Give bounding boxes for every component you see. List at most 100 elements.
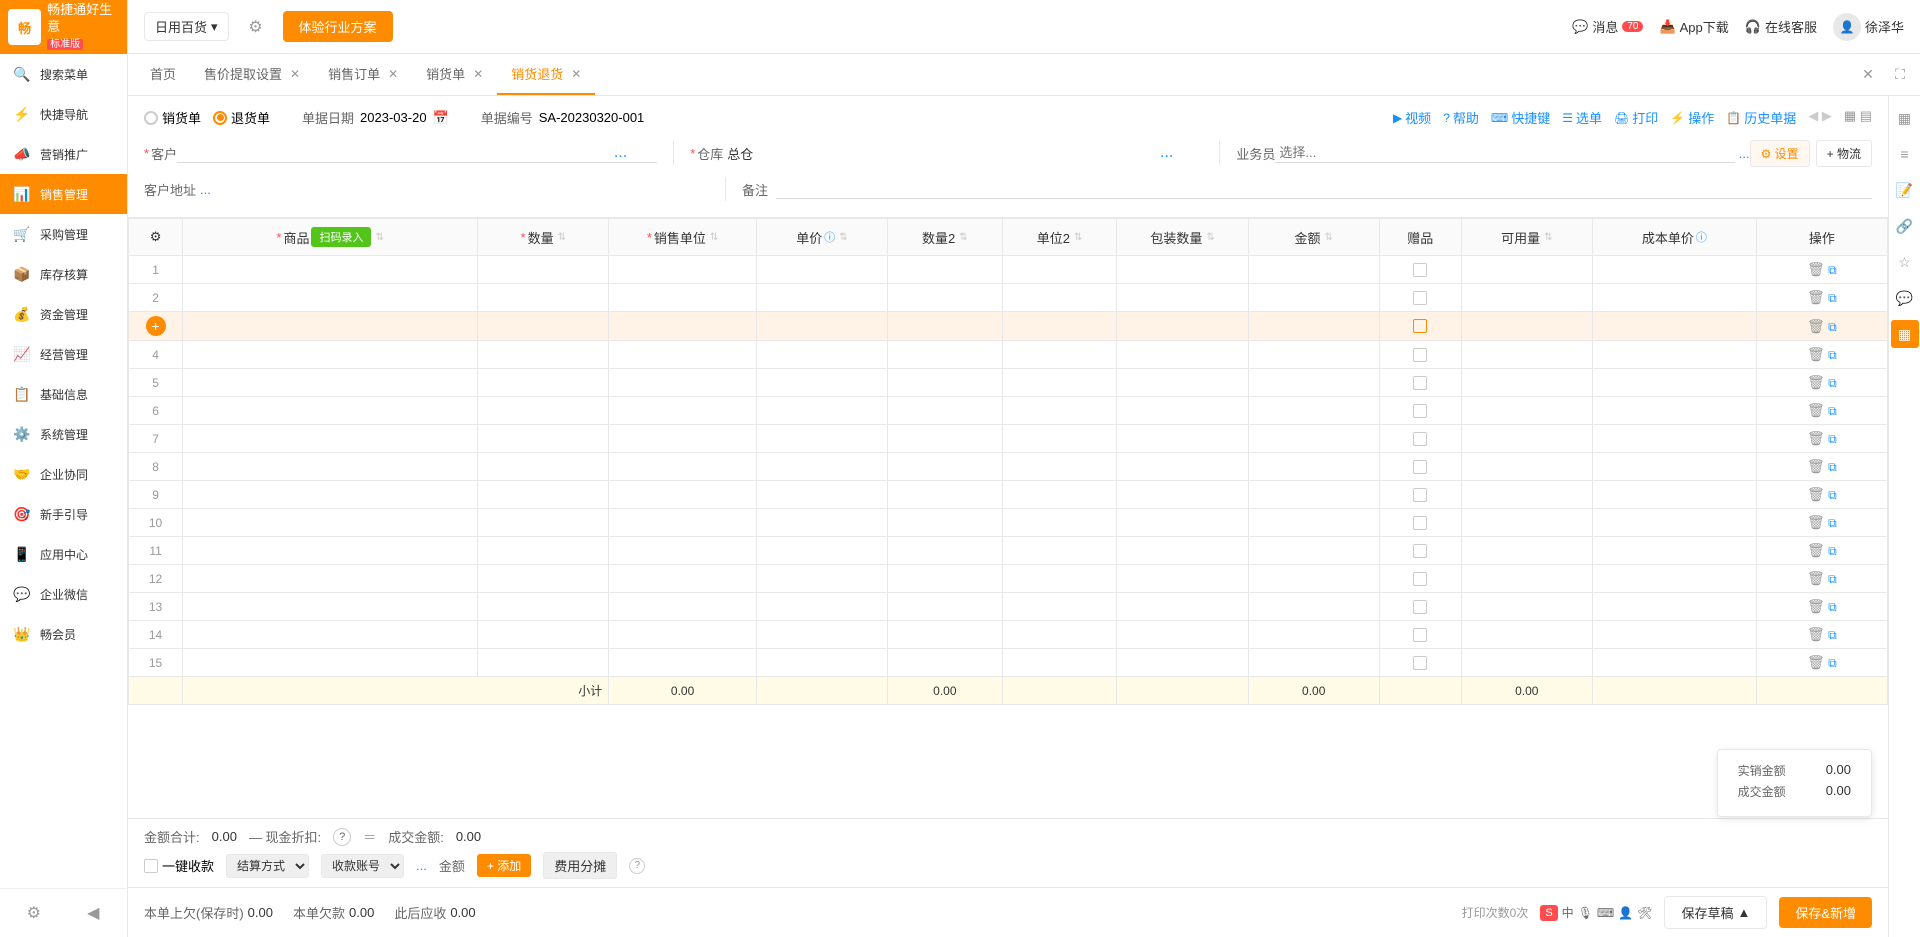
row-qty[interactable] [478, 284, 609, 312]
row-copy-btn[interactable]: ⧉ [1828, 544, 1837, 558]
select-link[interactable]: ☰ 选单 [1562, 108, 1602, 127]
operation-link[interactable]: ⚡ 操作 [1670, 108, 1714, 127]
add-fee-btn[interactable]: + 添加 [477, 854, 531, 877]
row-copy-btn[interactable]: ⧉ [1828, 488, 1837, 502]
user-profile[interactable]: 👤 徐泽华 [1833, 13, 1904, 41]
close-all-tabs-btn[interactable]: ✕ [1856, 63, 1880, 87]
sort-product-icon[interactable]: ⇅ [375, 232, 383, 243]
sort-avail-icon[interactable]: ⇅ [1544, 232, 1552, 243]
sidebar-item-inventory[interactable]: 📦 库存核算 [0, 254, 127, 294]
voice-icon[interactable]: 🎙 [1578, 906, 1593, 920]
row-gift-cb[interactable] [1386, 628, 1455, 642]
calendar-icon[interactable]: 📅 [433, 110, 449, 126]
tab-sale-price[interactable]: 售价提取设置 ✕ [190, 54, 314, 95]
row-delete-btn[interactable]: 🗑 [1807, 654, 1825, 670]
one-click-checkbox[interactable]: 一键收款 [144, 856, 214, 875]
row-delete-btn[interactable]: 🗑 [1807, 261, 1825, 277]
sort-qty2-icon[interactable]: ⇅ [959, 232, 967, 243]
cost-info-icon[interactable]: ⓘ [1696, 229, 1707, 245]
sidebar-item-appstore[interactable]: 📱 应用中心 [0, 534, 127, 574]
tab-sale-order[interactable]: 销售订单 ✕ [314, 54, 412, 95]
remark-input[interactable] [776, 179, 1872, 199]
save-new-btn[interactable]: 保存&新增 [1779, 897, 1872, 928]
row-product[interactable] [183, 256, 478, 284]
row-copy-btn[interactable]: ⧉ [1828, 432, 1837, 446]
split-btn[interactable]: 费用分摊 [543, 852, 617, 879]
row-gift-cb[interactable] [1386, 600, 1455, 614]
right-panel-note-btn[interactable]: 📝 [1891, 176, 1919, 204]
address-dots[interactable]: ... [200, 182, 211, 197]
add-row-btn[interactable]: + [146, 316, 166, 336]
row-gift-cb[interactable] [1386, 432, 1455, 446]
row-delete-btn[interactable]: 🗑 [1807, 514, 1825, 530]
radio-delivery[interactable]: 销货单 [144, 108, 201, 127]
customer-select-btn[interactable]: ... [614, 144, 627, 162]
history-link[interactable]: 📋 历史单据 [1726, 108, 1796, 127]
row-gift-cb[interactable] [1386, 291, 1455, 305]
row-delete-btn[interactable]: 🗑 [1807, 402, 1825, 418]
price-info-icon[interactable]: ⓘ [824, 229, 835, 245]
row-gift-cb[interactable] [1386, 348, 1455, 362]
row-copy-btn[interactable]: ⧉ [1828, 516, 1837, 530]
row-available[interactable] [1461, 256, 1592, 284]
row-copy-btn[interactable]: ⧉ [1828, 628, 1837, 642]
help-icon[interactable]: ? [629, 858, 645, 874]
row-gift-cb[interactable] [1386, 488, 1455, 502]
row-delete-btn[interactable]: 🗑 [1807, 346, 1825, 362]
row-qty2[interactable] [887, 256, 1002, 284]
sidebar-item-wechat[interactable]: 💬 企业微信 [0, 574, 127, 614]
tab-close-sale-price[interactable]: ✕ [290, 67, 300, 81]
row-gift-cb[interactable] [1386, 404, 1455, 418]
row-delete-btn[interactable]: 🗑 [1807, 570, 1825, 586]
row-copy-btn[interactable]: ⧉ [1828, 263, 1837, 277]
row-gift-cb[interactable] [1386, 460, 1455, 474]
sidebar-item-marketing[interactable]: 📣 营销推广 [0, 134, 127, 174]
add-logistics-btn[interactable]: + 物流 [1816, 140, 1872, 167]
row-copy-btn[interactable]: ⧉ [1828, 572, 1837, 586]
row-cost-price[interactable] [1592, 284, 1756, 312]
settings2-icon[interactable]: 🛠 [1637, 906, 1652, 920]
customer-input[interactable] [177, 143, 657, 163]
print-link[interactable]: 🖨 打印 [1614, 108, 1658, 127]
row-copy-btn[interactable]: ⧉ [1828, 656, 1837, 670]
sidebar-item-search[interactable]: 🔍 搜索菜单 [0, 54, 127, 94]
row-copy-btn[interactable]: ⧉ [1828, 348, 1837, 362]
row-unit2-active[interactable] [1002, 312, 1117, 341]
row-pkg-qty[interactable] [1117, 284, 1248, 312]
right-panel-chat-btn[interactable]: 💬 [1891, 284, 1919, 312]
right-panel-table-btn[interactable]: ▦ [1891, 104, 1919, 132]
row-product-input[interactable] [183, 312, 478, 341]
row-price[interactable] [756, 284, 887, 312]
row-gift-cb[interactable] [1386, 516, 1455, 530]
breadcrumb-select[interactable]: 日用百货 ▾ [144, 12, 229, 41]
tab-close-sale-order[interactable]: ✕ [388, 67, 398, 81]
row-delete-btn[interactable]: 🗑 [1807, 486, 1825, 502]
row-delete-btn[interactable]: 🗑 [1807, 598, 1825, 614]
right-panel-active-btn[interactable]: ▦ [1891, 320, 1919, 348]
row-unit-active[interactable] [609, 312, 757, 341]
s-icon[interactable]: S [1540, 905, 1557, 921]
person-icon[interactable]: 👤 [1618, 906, 1633, 920]
staff-select-btn[interactable]: ... [1739, 146, 1750, 161]
video-link[interactable]: ▶ 视频 [1393, 108, 1431, 127]
tab-home[interactable]: 首页 [136, 54, 190, 95]
row-copy-btn[interactable]: ⧉ [1828, 291, 1837, 305]
sort-unit2-icon[interactable]: ⇅ [1074, 232, 1082, 243]
sidebar-item-base[interactable]: 📋 基础信息 [0, 374, 127, 414]
sidebar-item-operations[interactable]: 📈 经营管理 [0, 334, 127, 374]
row-unit[interactable] [609, 256, 757, 284]
scan-btn[interactable]: 扫码录入 [311, 227, 371, 247]
settings-btn[interactable]: ⚙ 设置 [1750, 140, 1810, 167]
right-panel-list-btn[interactable]: ≡ [1891, 140, 1919, 168]
row-delete-btn[interactable]: 🗑 [1807, 289, 1825, 305]
sort-pkg-icon[interactable]: ⇅ [1206, 232, 1214, 243]
row-delete-btn[interactable]: 🗑 [1807, 318, 1825, 334]
messages-btn[interactable]: 💬 消息 70 [1572, 17, 1643, 36]
sort-price-icon[interactable]: ⇅ [839, 232, 847, 243]
tools-icon[interactable]: 中 [1562, 904, 1574, 921]
right-panel-link-btn[interactable]: 🔗 [1891, 212, 1919, 240]
sidebar-item-purchase[interactable]: 🛒 采购管理 [0, 214, 127, 254]
settlement-select[interactable]: 结算方式 [226, 854, 309, 878]
row-copy-btn[interactable]: ⧉ [1828, 404, 1837, 418]
row-qty[interactable] [478, 256, 609, 284]
